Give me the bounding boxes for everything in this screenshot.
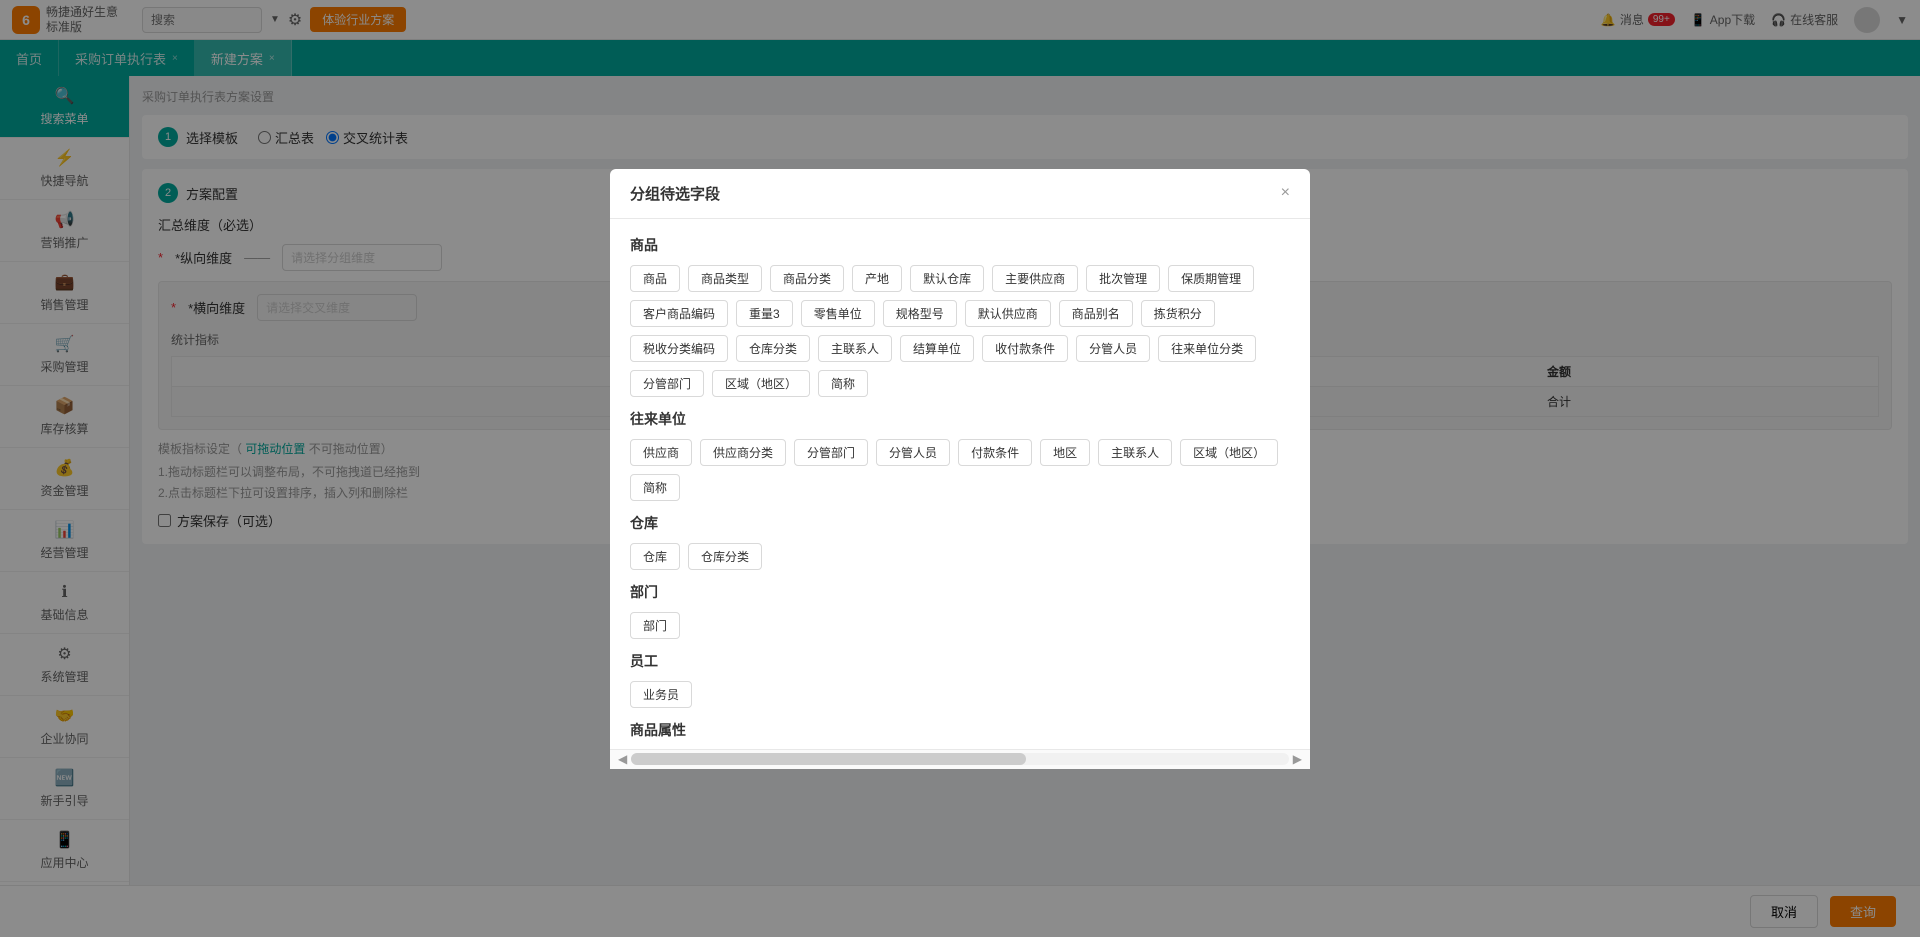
field-weight[interactable]: 重量3: [736, 300, 793, 327]
field-product-alias[interactable]: 商品别名: [1059, 300, 1133, 327]
field-batch-mgmt[interactable]: 批次管理: [1086, 265, 1160, 292]
field-region[interactable]: 区域（地区）: [712, 370, 810, 397]
product-fields: 商品 商品类型 商品分类 产地 默认仓库 主要供应商 批次管理 保质期管理 客户…: [630, 265, 1290, 397]
field-partner-dept[interactable]: 分管部门: [794, 439, 868, 466]
modal-header: 分组待选字段 ×: [610, 169, 1310, 219]
field-default-warehouse[interactable]: 默认仓库: [910, 265, 984, 292]
field-partner-category[interactable]: 往来单位分类: [1158, 335, 1256, 362]
field-partner-region[interactable]: 区域（地区）: [1180, 439, 1278, 466]
dept-fields: 部门: [630, 612, 1290, 639]
group-title-dept: 部门: [630, 582, 1290, 602]
field-payment-cond[interactable]: 付款条件: [958, 439, 1032, 466]
modal-title: 分组待选字段: [630, 183, 720, 204]
field-settlement-unit[interactable]: 结算单位: [900, 335, 974, 362]
field-partner-abbr[interactable]: 简称: [630, 474, 680, 501]
field-spec-model[interactable]: 规格型号: [883, 300, 957, 327]
field-product[interactable]: 商品: [630, 265, 680, 292]
field-supervise-dept[interactable]: 分管部门: [630, 370, 704, 397]
field-salesperson[interactable]: 业务员: [630, 681, 692, 708]
group-title-employee: 员工: [630, 651, 1290, 671]
field-abbr[interactable]: 简称: [818, 370, 868, 397]
field-origin[interactable]: 产地: [852, 265, 902, 292]
field-shelf-life[interactable]: 保质期管理: [1168, 265, 1254, 292]
field-retail-unit[interactable]: 零售单位: [801, 300, 875, 327]
field-supplier-category[interactable]: 供应商分类: [700, 439, 786, 466]
field-pick-points[interactable]: 拣货积分: [1141, 300, 1215, 327]
field-product-category[interactable]: 商品分类: [770, 265, 844, 292]
field-warehouse-category[interactable]: 仓库分类: [736, 335, 810, 362]
modal-close-button[interactable]: ×: [1281, 184, 1290, 202]
group-title-product: 商品: [630, 235, 1290, 255]
hscroll-right-arrow[interactable]: ▶: [1293, 752, 1302, 766]
field-partner-supervisor[interactable]: 分管人员: [876, 439, 950, 466]
field-customer-code[interactable]: 客户商品编码: [630, 300, 728, 327]
employee-fields: 业务员: [630, 681, 1290, 708]
field-default-supplier[interactable]: 默认供应商: [965, 300, 1051, 327]
warehouse-fields: 仓库 仓库分类: [630, 543, 1290, 570]
field-warehouse[interactable]: 仓库: [630, 543, 680, 570]
group-title-product-attr: 商品属性: [630, 720, 1290, 740]
modal-overlay: 分组待选字段 × 商品 商品 商品类型 商品分类 产地 默认仓库 主要供应商 批…: [0, 0, 1920, 937]
field-partner-contact[interactable]: 主联系人: [1098, 439, 1172, 466]
modal-hscrollbar-area: ◀ ▶: [610, 749, 1310, 769]
hscrollbar[interactable]: [631, 753, 1289, 765]
partner-fields: 供应商 供应商分类 分管部门 分管人员 付款条件 地区 主联系人 区域（地区） …: [630, 439, 1290, 501]
field-product-type[interactable]: 商品类型: [688, 265, 762, 292]
group-title-partner: 往来单位: [630, 409, 1290, 429]
field-supplier[interactable]: 供应商: [630, 439, 692, 466]
group-title-warehouse: 仓库: [630, 513, 1290, 533]
field-main-supplier[interactable]: 主要供应商: [992, 265, 1078, 292]
hscroll-left-arrow[interactable]: ◀: [618, 752, 627, 766]
field-main-contact[interactable]: 主联系人: [818, 335, 892, 362]
hscrollbar-thumb: [631, 753, 1026, 765]
hscroll-row: ◀ ▶: [618, 752, 1302, 766]
field-select-modal: 分组待选字段 × 商品 商品 商品类型 商品分类 产地 默认仓库 主要供应商 批…: [610, 169, 1310, 769]
field-warehouse-cat[interactable]: 仓库分类: [688, 543, 762, 570]
modal-body: 商品 商品 商品类型 商品分类 产地 默认仓库 主要供应商 批次管理 保质期管理…: [610, 219, 1310, 749]
field-dept[interactable]: 部门: [630, 612, 680, 639]
field-payment-terms[interactable]: 收付款条件: [982, 335, 1068, 362]
field-area[interactable]: 地区: [1040, 439, 1090, 466]
field-supervisor[interactable]: 分管人员: [1076, 335, 1150, 362]
field-tax-code[interactable]: 税收分类编码: [630, 335, 728, 362]
